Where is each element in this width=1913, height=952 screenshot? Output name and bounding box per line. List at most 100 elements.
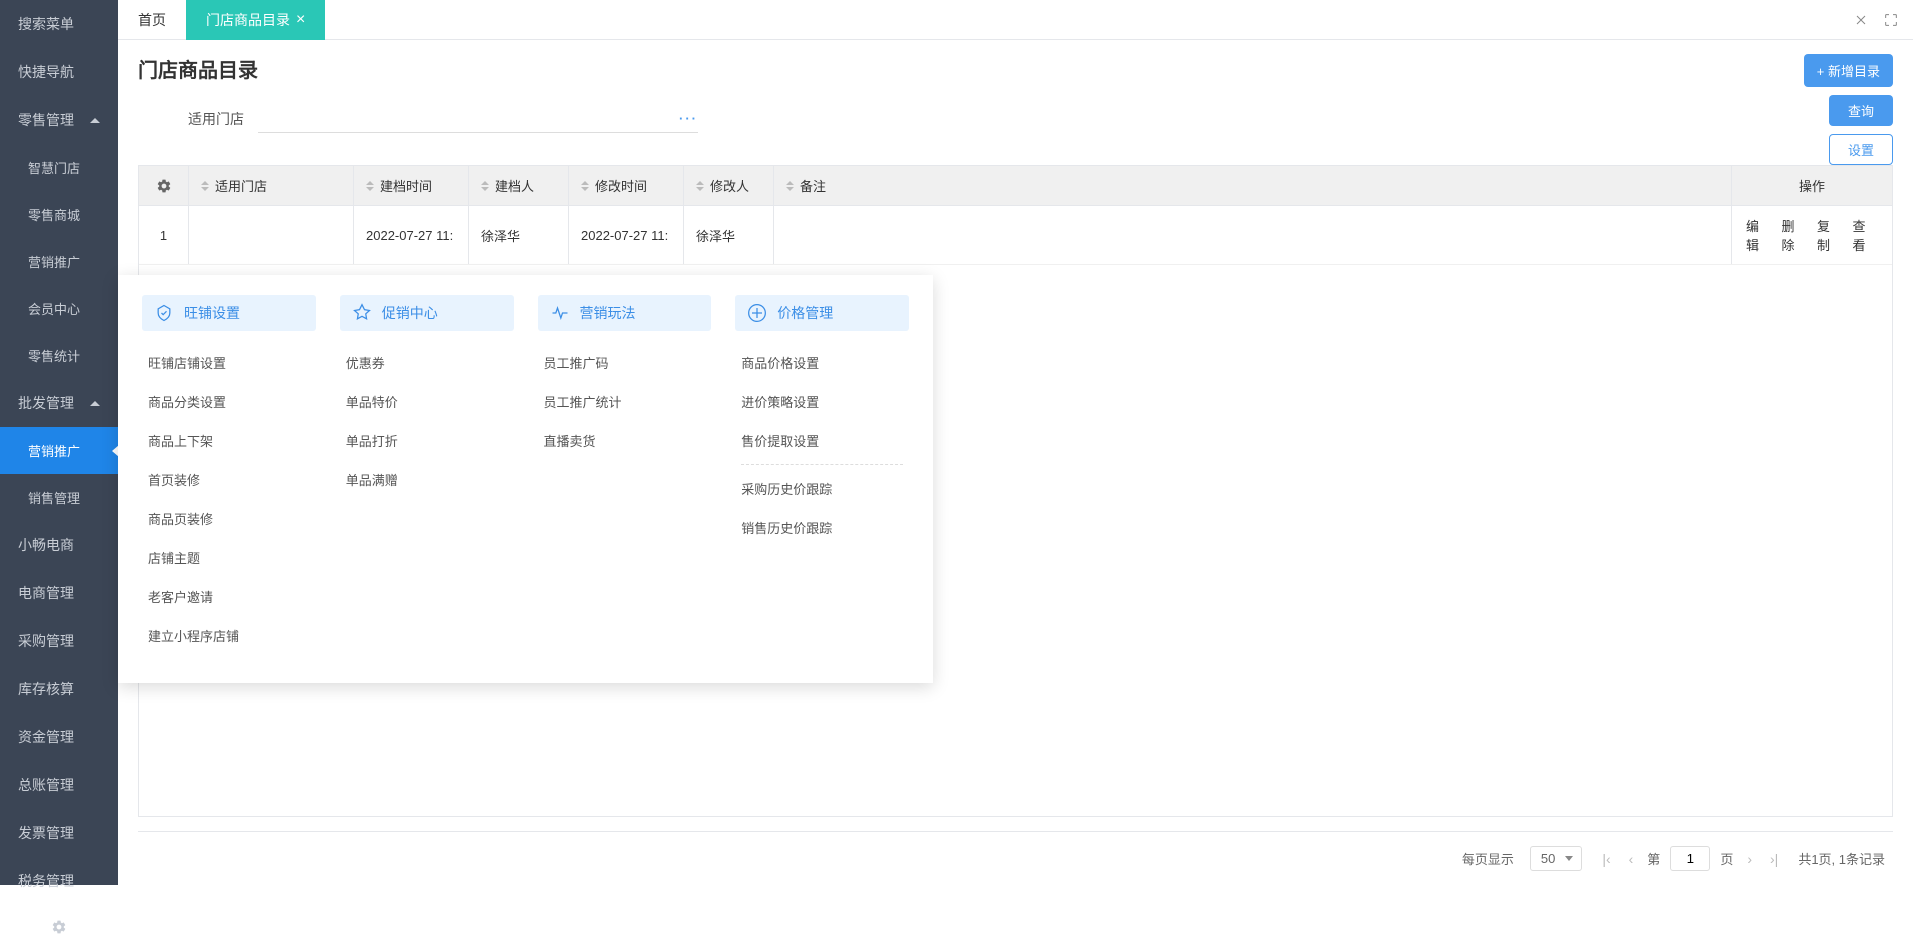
page-prev[interactable]: ‹: [1625, 849, 1638, 869]
flyout-item[interactable]: 员工推广统计: [538, 382, 712, 421]
page-next[interactable]: ›: [1743, 849, 1756, 869]
sidebar-item-17[interactable]: 发票管理: [0, 809, 118, 857]
page-summary: 共1页, 1条记录: [1798, 849, 1885, 868]
settings-button[interactable]: 设置: [1829, 134, 1893, 165]
filter-label-store: 适用门店: [188, 109, 244, 129]
fullscreen-icon[interactable]: [1883, 12, 1899, 28]
sidebar-item-label: 零售统计: [28, 346, 80, 365]
flyout-item[interactable]: 老客户邀请: [142, 577, 316, 616]
flyout-header: 价格管理: [735, 295, 909, 331]
sidebar-item-4[interactable]: 零售商城: [0, 191, 118, 238]
sidebar-item-1[interactable]: 快捷导航: [0, 48, 118, 96]
add-catalog-button[interactable]: + 新增目录: [1804, 54, 1893, 87]
sidebar-item-7[interactable]: 零售统计: [0, 332, 118, 379]
query-button[interactable]: 查询: [1829, 95, 1893, 126]
flyout-item[interactable]: 直播卖货: [538, 421, 712, 460]
page-last[interactable]: ›|: [1766, 849, 1782, 869]
sidebar-item-14[interactable]: 库存核算: [0, 665, 118, 713]
flyout-header-icon: [352, 303, 372, 323]
row-action-edit[interactable]: 编辑: [1744, 216, 1774, 254]
sidebar-item-8[interactable]: 批发管理: [0, 379, 118, 427]
sidebar-item-label: 会员中心: [28, 299, 80, 318]
sidebar-item-label: 批发管理: [18, 393, 74, 413]
flyout-header-icon: [154, 303, 174, 323]
flyout-item[interactable]: 销售历史价跟踪: [735, 508, 909, 547]
flyout-item[interactable]: 商品价格设置: [735, 343, 909, 382]
row-action-copy[interactable]: 复制: [1815, 216, 1845, 254]
th-modified[interactable]: 修改时间: [569, 166, 684, 205]
th-creator[interactable]: 建档人: [469, 166, 569, 205]
flyout-item[interactable]: 采购历史价跟踪: [735, 469, 909, 508]
sidebar-item-label: 库存核算: [18, 679, 74, 699]
row-action-delete[interactable]: 删除: [1780, 216, 1810, 254]
sidebar-item-13[interactable]: 采购管理: [0, 617, 118, 665]
flyout-column-1: 促销中心优惠券单品特价单品打折单品满赠: [340, 295, 514, 655]
close-icon[interactable]: [1853, 12, 1869, 28]
sort-icon: [696, 181, 704, 191]
tabs-bar: 首页门店商品目录×: [118, 0, 1913, 40]
flyout-header: 营销玩法: [538, 295, 712, 331]
flyout-item[interactable]: 建立小程序店铺: [142, 616, 316, 655]
flyout-item[interactable]: 进价策略设置: [735, 382, 909, 421]
sidebar-item-9[interactable]: 营销推广: [0, 427, 118, 474]
sidebar-item-16[interactable]: 总账管理: [0, 761, 118, 809]
pagination: 每页显示 50 |‹ ‹ 第 页 › ›| 共1页, 1条记录: [138, 831, 1893, 871]
sidebar-item-12[interactable]: 电商管理: [0, 569, 118, 617]
sidebar-item-11[interactable]: 小畅电商: [0, 521, 118, 569]
sidebar-item-10[interactable]: 销售管理: [0, 474, 118, 521]
table-row[interactable]: 12022-07-27 11:徐泽华2022-07-27 11:徐泽华编辑删除复…: [139, 206, 1892, 265]
flyout-header: 促销中心: [340, 295, 514, 331]
flyout-item[interactable]: 单品打折: [340, 421, 514, 460]
flyout-item[interactable]: 首页装修: [142, 460, 316, 499]
tab-1[interactable]: 门店商品目录×: [186, 0, 325, 40]
tab-close-icon[interactable]: ×: [296, 12, 305, 28]
sidebar-item-label: 采购管理: [18, 631, 74, 651]
sidebar-item-label: 小畅电商: [18, 535, 74, 555]
flyout-item[interactable]: 单品特价: [340, 382, 514, 421]
th-store[interactable]: 适用门店: [189, 166, 354, 205]
filter-row: 适用门店 ···: [138, 95, 698, 153]
sidebar-item-label: 电商管理: [18, 583, 74, 603]
flyout-item[interactable]: 商品上下架: [142, 421, 316, 460]
sidebar-item-label: 营销推广: [28, 252, 80, 271]
flyout-header-icon: [747, 303, 767, 323]
flyout-item[interactable]: 商品分类设置: [142, 382, 316, 421]
column-settings[interactable]: [139, 166, 189, 205]
sidebar-item-2[interactable]: 零售管理: [0, 96, 118, 144]
th-modifier[interactable]: 修改人: [684, 166, 774, 205]
flyout-item[interactable]: 员工推广码: [538, 343, 712, 382]
sidebar-item-6[interactable]: 会员中心: [0, 285, 118, 332]
chevron-down-icon: [1565, 856, 1573, 861]
flyout-header: 旺铺设置: [142, 295, 316, 331]
page-size-select[interactable]: 50: [1530, 846, 1582, 871]
flyout-column-2: 营销玩法员工推广码员工推广统计直播卖货: [538, 295, 712, 655]
flyout-item[interactable]: 售价提取设置: [735, 421, 909, 460]
sidebar-settings[interactable]: [0, 905, 118, 952]
sidebar-item-label: 销售管理: [28, 488, 80, 507]
filter-store-input[interactable]: [258, 111, 679, 126]
filter-more-icon[interactable]: ···: [679, 111, 698, 126]
sidebar-item-3[interactable]: 智慧门店: [0, 144, 118, 191]
sidebar-item-5[interactable]: 营销推广: [0, 238, 118, 285]
sort-icon: [366, 181, 374, 191]
flyout-column-3: 价格管理商品价格设置进价策略设置售价提取设置采购历史价跟踪销售历史价跟踪: [735, 295, 909, 655]
sidebar-item-15[interactable]: 资金管理: [0, 713, 118, 761]
flyout-item[interactable]: 商品页装修: [142, 499, 316, 538]
th-created[interactable]: 建档时间: [354, 166, 469, 205]
flyout-item[interactable]: 优惠券: [340, 343, 514, 382]
sort-icon: [201, 181, 209, 191]
row-action-view[interactable]: 查看: [1851, 216, 1881, 254]
sidebar: 搜索菜单快捷导航零售管理智慧门店零售商城营销推广会员中心零售统计批发管理营销推广…: [0, 0, 118, 885]
flyout-item[interactable]: 单品满赠: [340, 460, 514, 499]
page-size-label: 每页显示: [1462, 849, 1514, 868]
flyout-item[interactable]: 旺铺店铺设置: [142, 343, 316, 382]
th-remark[interactable]: 备注: [774, 166, 1732, 205]
tab-0[interactable]: 首页: [118, 0, 186, 40]
page-first[interactable]: |‹: [1598, 849, 1614, 869]
filter-store-input-wrap[interactable]: ···: [258, 105, 698, 133]
flyout-item[interactable]: 店铺主题: [142, 538, 316, 577]
page-input[interactable]: [1670, 846, 1710, 871]
sidebar-item-0[interactable]: 搜索菜单: [0, 0, 118, 48]
sidebar-item-label: 发票管理: [18, 823, 74, 843]
sidebar-item-18[interactable]: 税务管理: [0, 857, 118, 905]
